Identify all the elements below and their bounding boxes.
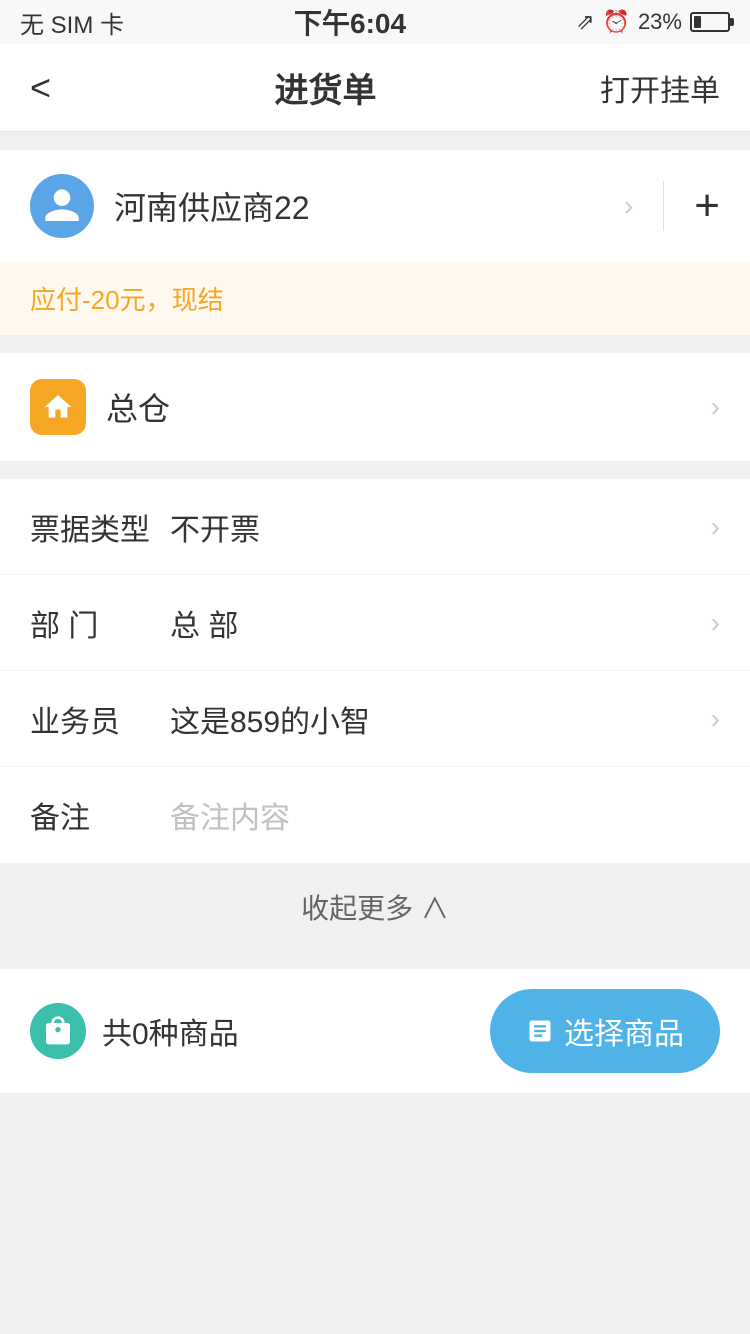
open-pending-button[interactable]: 打开挂单 [600, 66, 720, 110]
main-content: 河南供应商22 › + 应付-20元，现结 总仓 › 票据类型 不开票 [0, 132, 750, 1334]
carrier-text: 无 SIM 卡 [20, 5, 124, 40]
product-bag-icon [30, 1003, 86, 1059]
alarm-icon: ⏰ [603, 9, 630, 35]
shopping-bag-icon [42, 1015, 74, 1047]
page-title: 进货单 [275, 63, 377, 112]
warehouse-chevron-icon: › [711, 391, 720, 423]
home-icon [42, 391, 74, 423]
salesperson-chevron-icon: › [711, 703, 720, 735]
add-supplier-button[interactable]: + [694, 184, 720, 228]
notice-banner: 应付-20元，现结 [0, 262, 750, 335]
time-display: 下午6:04 [294, 2, 406, 42]
department-value: 总 部 [160, 601, 701, 645]
salesperson-value: 这是859的小智 [160, 697, 701, 741]
warehouse-name: 总仓 [106, 384, 711, 430]
supplier-actions: › + [624, 181, 720, 231]
department-chevron-icon: › [711, 607, 720, 639]
back-button[interactable]: < [30, 67, 51, 109]
remark-label: 备注 [30, 793, 160, 837]
department-label: 部 门 [30, 601, 160, 645]
warehouse-icon [30, 379, 86, 435]
location-icon: ⇗ [576, 9, 594, 35]
status-bar: 无 SIM 卡 下午6:04 ⇗ ⏰ 23% [0, 0, 750, 44]
section-divider-1 [0, 132, 750, 150]
form-section: 票据类型 不开票 › 部 门 总 部 › 业务员 这是859的小智 › 备注 备… [0, 479, 750, 863]
select-product-icon [526, 1017, 554, 1045]
salesperson-label: 业务员 [30, 697, 160, 741]
remark-row[interactable]: 备注 备注内容 [0, 767, 750, 863]
supplier-name: 河南供应商22 [114, 183, 624, 229]
supplier-chevron-icon: › [624, 190, 633, 222]
remark-input[interactable]: 备注内容 [160, 793, 720, 837]
invoice-type-value: 不开票 [160, 505, 701, 549]
warehouse-section: 总仓 › [0, 353, 750, 461]
person-icon [42, 186, 82, 226]
department-row[interactable]: 部 门 总 部 › [0, 575, 750, 671]
select-product-button[interactable]: 选择商品 [490, 989, 720, 1073]
warehouse-row[interactable]: 总仓 › [0, 353, 750, 461]
bottom-bar: 共0种商品 选择商品 [0, 969, 750, 1093]
select-product-label: 选择商品 [564, 1009, 684, 1053]
status-bar-right: ⇗ ⏰ 23% [576, 9, 730, 35]
supplier-avatar [30, 174, 94, 238]
salesperson-row[interactable]: 业务员 这是859的小智 › [0, 671, 750, 767]
nav-bar: < 进货单 打开挂单 [0, 44, 750, 132]
supplier-row[interactable]: 河南供应商22 › + [0, 150, 750, 262]
invoice-type-chevron-icon: › [711, 511, 720, 543]
invoice-type-label: 票据类型 [30, 505, 160, 549]
battery-percent: 23% [638, 9, 682, 35]
product-count-label: 共0种商品 [102, 1009, 490, 1053]
supplier-divider [663, 181, 664, 231]
invoice-type-row[interactable]: 票据类型 不开票 › [0, 479, 750, 575]
battery-icon [690, 12, 730, 32]
supplier-section: 河南供应商22 › + 应付-20元，现结 [0, 150, 750, 335]
collapse-button[interactable]: 收起更多 ∧ [0, 863, 750, 951]
